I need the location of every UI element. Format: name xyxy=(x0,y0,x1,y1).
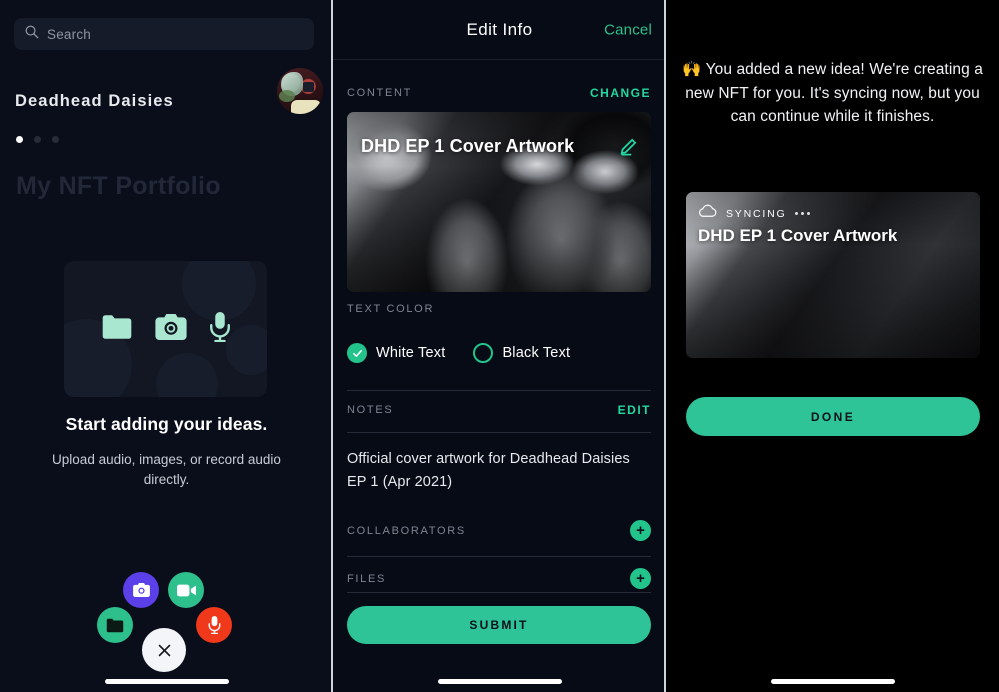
panel-divider-2 xyxy=(664,0,666,692)
page-title: My NFT Portfolio xyxy=(16,172,221,200)
change-button[interactable]: CHANGE xyxy=(590,86,651,100)
radio-checked-icon xyxy=(347,343,367,363)
cancel-button[interactable]: Cancel xyxy=(604,21,652,38)
done-button[interactable]: DONE xyxy=(686,397,980,436)
radio-black-text[interactable]: Black Text xyxy=(473,343,570,363)
syncing-nft-card[interactable]: SYNCING DHD EP 1 Cover Artwork xyxy=(686,192,980,358)
carousel-pagination[interactable] xyxy=(16,136,59,143)
fab-camera-button[interactable] xyxy=(123,572,159,608)
pagination-dot-1[interactable] xyxy=(16,136,23,143)
radio-white-text[interactable]: White Text xyxy=(347,343,445,363)
brand-name: Deadhead Daisies xyxy=(15,91,174,110)
cover-artwork-preview[interactable]: DHD EP 1 Cover Artwork xyxy=(347,112,651,292)
notes-body-text: Official cover artwork for Deadhead Dais… xyxy=(347,451,630,490)
divider-notes-top xyxy=(347,390,651,391)
empty-state-card xyxy=(64,261,267,397)
content-section-header: CONTENT CHANGE xyxy=(347,86,651,100)
sync-status-label: SYNCING xyxy=(726,207,787,220)
divider-files-bottom xyxy=(347,592,651,593)
text-color-options: White Text Black Text xyxy=(347,343,570,363)
collaborators-section-label: COLLABORATORS xyxy=(347,524,466,537)
radio-black-text-label: Black Text xyxy=(502,345,571,361)
home-indicator-left xyxy=(104,679,229,684)
search-input[interactable]: Search xyxy=(14,18,314,50)
text-color-section-label: TEXT COLOR xyxy=(347,303,435,315)
edit-info-header: Edit Info Cancel xyxy=(333,0,666,60)
pagination-dot-2[interactable] xyxy=(34,136,41,143)
empty-state-headline: Start adding your ideas. xyxy=(65,414,268,434)
pencil-icon[interactable] xyxy=(617,136,639,158)
divider-collaborators-bottom xyxy=(347,556,651,557)
sync-message: 🙌 You added a new idea! We're creating a… xyxy=(682,61,983,125)
collaborators-section-header: COLLABORATORS + xyxy=(347,520,651,541)
submit-button[interactable]: SUBMIT xyxy=(347,606,651,644)
panel-divider-1 xyxy=(331,0,333,692)
cloud-icon xyxy=(698,204,717,223)
edit-notes-button[interactable]: EDIT xyxy=(618,403,651,417)
home-indicator-mid xyxy=(437,679,562,684)
avatar[interactable] xyxy=(277,68,323,114)
add-file-button[interactable]: + xyxy=(630,568,651,589)
notes-section-header: NOTES EDIT xyxy=(347,403,651,417)
radio-white-text-label: White Text xyxy=(376,345,446,361)
search-icon xyxy=(24,24,39,44)
pagination-dot-3[interactable] xyxy=(52,136,59,143)
files-section-label: FILES xyxy=(347,572,387,585)
avatar-holder xyxy=(269,68,323,124)
microphone-icon xyxy=(209,311,231,347)
syncing-card-title: DHD EP 1 Cover Artwork xyxy=(698,226,898,245)
fab-folder-button[interactable] xyxy=(97,607,133,643)
panel-edit-info: Edit Info Cancel CONTENT CHANGE DHD EP 1… xyxy=(333,0,666,692)
fab-mic-button[interactable] xyxy=(196,607,232,643)
content-section-label: CONTENT xyxy=(347,87,413,99)
three-panel-screenshot: Search Deadhead Daisies My NFT Portfolio xyxy=(0,0,999,692)
sync-status-badge: SYNCING xyxy=(698,204,811,223)
add-collaborator-button[interactable]: + xyxy=(630,520,651,541)
search-placeholder: Search xyxy=(47,26,91,42)
panel-home: Search Deadhead Daisies My NFT Portfolio xyxy=(0,0,333,692)
panel-sync-confirmation: 🙌 You added a new idea! We're creating a… xyxy=(666,0,999,692)
files-section-header: FILES + xyxy=(347,568,651,589)
brand-row: Deadhead Daisies xyxy=(15,68,323,124)
camera-icon xyxy=(154,313,187,345)
loading-dots-icon xyxy=(795,212,811,215)
notes-section-label: NOTES xyxy=(347,404,394,416)
fab-video-button[interactable] xyxy=(168,572,204,608)
divider-notes-bottom xyxy=(347,432,651,433)
fab-close-button[interactable] xyxy=(142,628,186,672)
radio-unchecked-icon xyxy=(473,343,494,363)
home-indicator-right xyxy=(770,679,895,684)
folder-icon xyxy=(101,314,133,345)
page-title-edit-info: Edit Info xyxy=(466,19,533,39)
empty-state-subtext: Upload audio, images, or record audio di… xyxy=(52,452,281,487)
cover-artwork-title: DHD EP 1 Cover Artwork xyxy=(361,136,575,156)
